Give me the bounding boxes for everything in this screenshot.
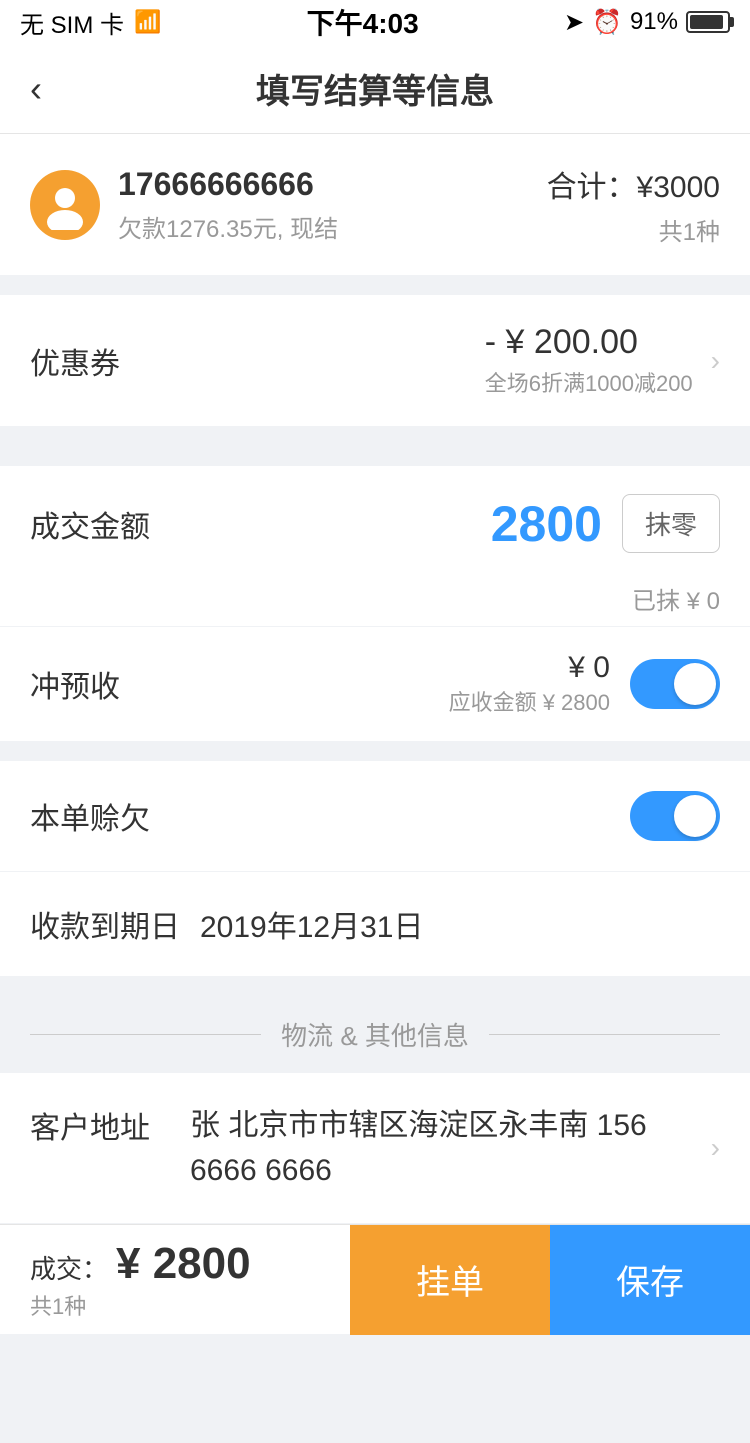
duedate-row: 收款到期日 2019年12月31日 (0, 872, 750, 976)
address-chevron-icon: › (711, 1132, 720, 1164)
customer-note: 欠款1276.35元, 现结 (118, 209, 338, 244)
deal-amount-value: 2800 (491, 495, 602, 553)
round-zero-button[interactable]: 抹零 (622, 494, 720, 553)
battery-percent: 91% (630, 8, 678, 36)
alarm-icon: ⏰ (592, 8, 622, 37)
time-label: 下午4:03 (307, 2, 419, 42)
precollect-right: ¥ 0 应收金额 ¥ 2800 (449, 651, 720, 717)
avatar (30, 170, 100, 240)
duedate-value: 2019年12月31日 (200, 902, 423, 946)
divider-2 (0, 741, 750, 761)
coupon-desc: 全场6折满1000减200 (485, 366, 693, 398)
deal-amount-right: 2800 抹零 (491, 494, 720, 553)
address-value: 张 北京市市辖区海淀区永丰南 156 6666 6666 (190, 1103, 711, 1193)
precollect-amount: ¥ 0 应收金额 ¥ 2800 (449, 651, 610, 717)
precollect-value: ¥ 0 (449, 651, 610, 685)
customer-info-section: 17666666666 欠款1276.35元, 现结 合计：¥3000 共1种 (0, 134, 750, 275)
carrier-label: 无 SIM 卡 (20, 5, 124, 40)
precollect-toggle[interactable] (630, 659, 720, 709)
coupon-chevron-icon: › (711, 345, 720, 377)
precollect-row: 冲预收 ¥ 0 应收金额 ¥ 2800 (0, 626, 750, 741)
status-left: 无 SIM 卡 📶 (20, 5, 161, 40)
nav-bar: ‹ 填写结算等信息 (0, 44, 750, 134)
customer-left: 17666666666 欠款1276.35元, 现结 (30, 166, 338, 244)
bottom-deal-label: 成交： (30, 1249, 108, 1286)
separator-label: 物流 & 其他信息 (281, 1016, 469, 1053)
save-button[interactable]: 保存 (550, 1225, 750, 1335)
location-icon: ➤ (564, 8, 584, 37)
toggle-knob (674, 663, 716, 705)
total-count: 共1种 (547, 212, 720, 247)
back-button[interactable]: ‹ (30, 68, 42, 110)
precollect-label: 冲预收 (30, 662, 120, 706)
baddebt-toggle[interactable] (630, 791, 720, 841)
wifi-icon: 📶 (134, 9, 161, 35)
deal-label: 成交金额 (30, 502, 150, 546)
deal-amount-row: 成交金额 2800 抹零 (0, 466, 750, 581)
bottom-left: 成交： ¥ 2800 共1种 (0, 1239, 350, 1321)
logistics-separator: 物流 & 其他信息 (0, 996, 750, 1073)
status-right: ➤ ⏰ 91% (564, 8, 730, 37)
total-amount: 合计：¥3000 (547, 162, 720, 206)
status-bar: 无 SIM 卡 📶 下午4:03 ➤ ⏰ 91% (0, 0, 750, 44)
amount-section: 成交金额 2800 抹零 已抹 ¥ 0 冲预收 ¥ 0 应收金额 ¥ 2800 (0, 466, 750, 741)
coupon-right: - ¥ 200.00 全场6折满1000减200 › (485, 323, 720, 398)
hold-button[interactable]: 挂单 (350, 1225, 550, 1335)
customer-right: 合计：¥3000 共1种 (547, 162, 720, 247)
separator-line-left (30, 1034, 261, 1035)
duedate-label: 收款到期日 (30, 902, 180, 946)
deal-sub-label: 已抹 ¥ 0 (0, 581, 750, 626)
customer-phone: 17666666666 (118, 166, 338, 203)
separator-line-right (489, 1034, 720, 1035)
address-label: 客户地址 (30, 1103, 170, 1147)
baddebt-row: 本单赊欠 (0, 761, 750, 872)
bottom-count: 共1种 (30, 1289, 320, 1321)
battery-icon (686, 11, 730, 33)
coupon-row[interactable]: 优惠券 - ¥ 200.00 全场6折满1000减200 › (0, 295, 750, 426)
user-icon (40, 180, 90, 230)
baddebt-toggle-knob (674, 795, 716, 837)
address-row[interactable]: 客户地址 张 北京市市辖区海淀区永丰南 156 6666 6666 › (0, 1073, 750, 1223)
page-title: 填写结算等信息 (256, 64, 494, 113)
coupon-label: 优惠券 (30, 339, 120, 383)
coupon-amount: - ¥ 200.00 (485, 323, 693, 362)
customer-info-text: 17666666666 欠款1276.35元, 现结 (118, 166, 338, 244)
divider-1 (0, 446, 750, 466)
bottom-deal-amount: ¥ 2800 (116, 1239, 251, 1289)
precollect-sub: 应收金额 ¥ 2800 (449, 685, 610, 717)
bottom-bar: 成交： ¥ 2800 共1种 挂单 保存 (0, 1224, 750, 1334)
baddebt-label: 本单赊欠 (30, 794, 150, 838)
